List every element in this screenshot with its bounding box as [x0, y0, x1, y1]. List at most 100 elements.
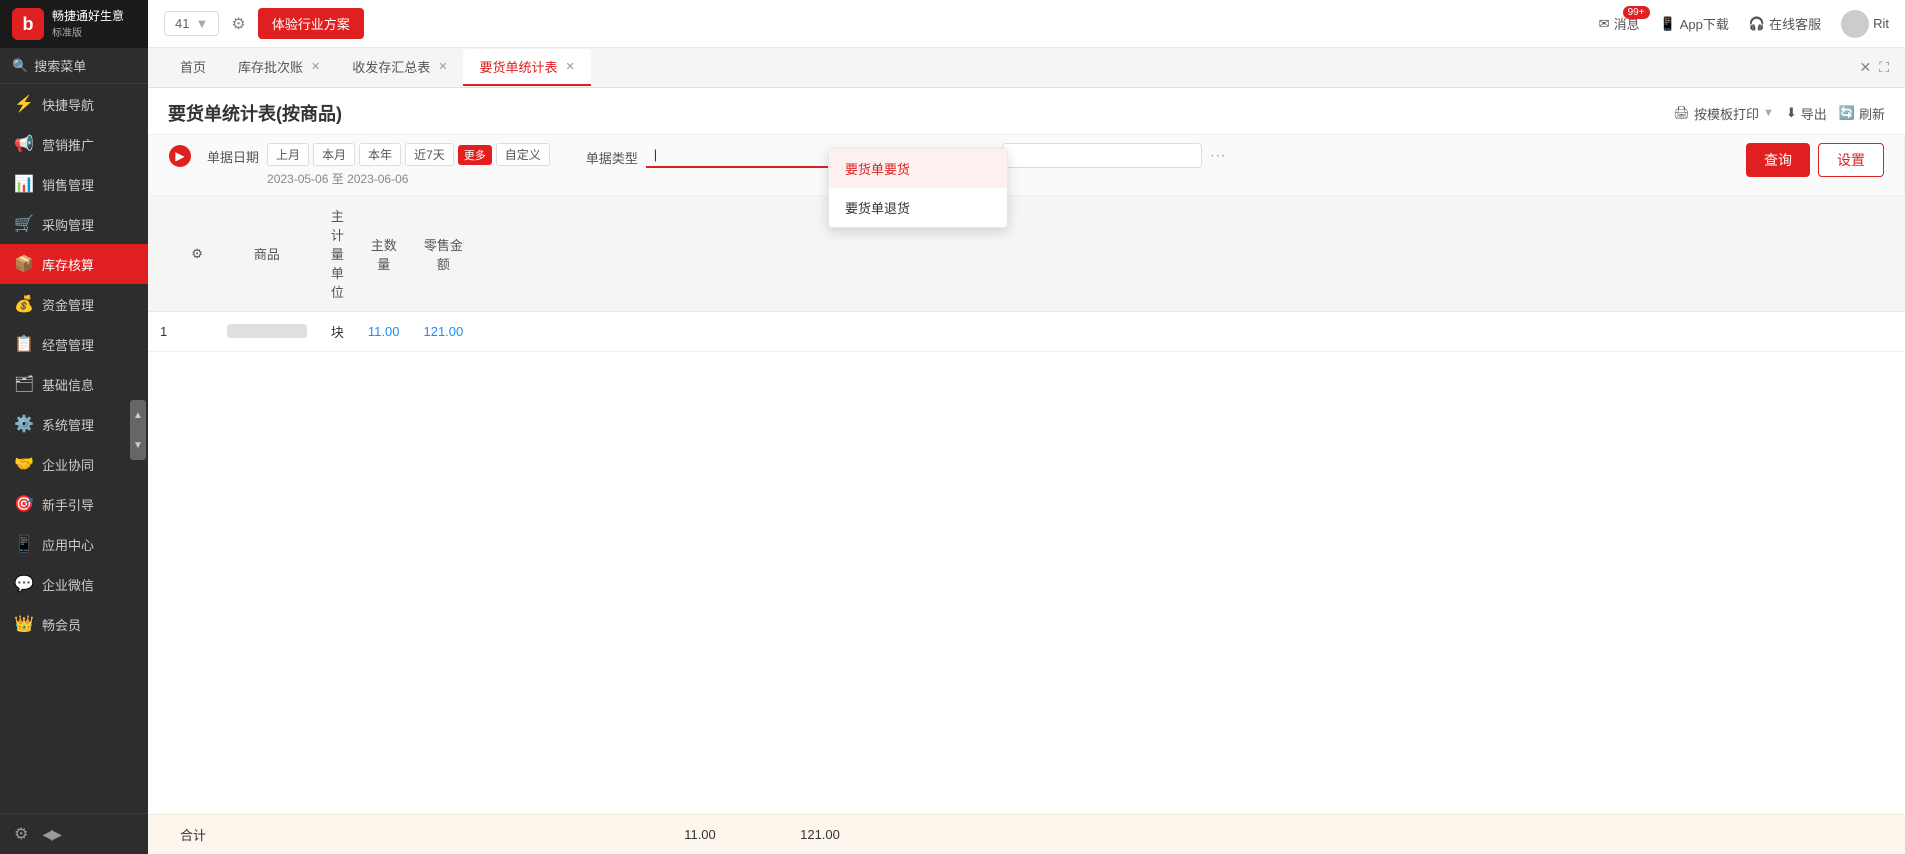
warehouse-input[interactable]	[1002, 143, 1202, 168]
scroll-up-btn[interactable]: ▲	[130, 400, 146, 430]
settings-button[interactable]: 设置	[1818, 143, 1884, 177]
quick-nav-icon: ⚡	[14, 94, 34, 114]
tab-bar: 首页 库存批次账 ✕ 收发存汇总表 ✕ 要货单统计表 ✕ ✕ ⛶	[148, 48, 1905, 88]
doc-type-label: 单据类型	[586, 144, 638, 167]
warehouse-more-icon[interactable]: ···	[1210, 147, 1226, 165]
filter-bar: ▶ 单据日期 上月 本月 本年 近7天 更多 自定义 2023-05-06 至 …	[148, 134, 1905, 196]
sidebar-item-label: 营销推广	[42, 135, 94, 154]
print-template-label: 按模板打印	[1694, 104, 1759, 123]
tab-receipt-summary[interactable]: 收发存汇总表 ✕	[336, 49, 463, 86]
footer-amount: 121.00	[760, 827, 880, 842]
finance-icon: 💰	[14, 294, 34, 314]
sidebar-item-marketing[interactable]: 📢 营销推广	[0, 124, 148, 164]
product-placeholder: ████████	[227, 324, 307, 338]
sidebar-item-quick-nav[interactable]: ⚡ 快捷导航	[0, 84, 148, 124]
logo-icon: b	[12, 8, 44, 40]
app-download-label: App下载	[1680, 14, 1729, 33]
wechat-icon: 💬	[14, 574, 34, 594]
col-amount: 零售金额	[411, 196, 475, 312]
tab-receipt-summary-close[interactable]: ✕	[438, 60, 447, 73]
custom-date-button[interactable]: 自定义	[496, 143, 550, 166]
message-icon: ✉	[1599, 16, 1610, 32]
this-month-button[interactable]: 本月	[313, 143, 355, 166]
sidebar-item-label: 快捷导航	[42, 95, 94, 114]
messages-button[interactable]: ✉ 消息 99+	[1599, 14, 1640, 33]
query-button[interactable]: 查询	[1746, 143, 1810, 177]
collapse-icon[interactable]: ◀▶	[42, 826, 60, 843]
date-filter-label: 单据日期	[207, 143, 259, 166]
recent-7-button[interactable]: 近7天	[405, 143, 454, 166]
print-icon: 🖨	[1673, 105, 1690, 121]
settings-bottom-icon[interactable]: ⚙	[14, 824, 28, 844]
sidebar-item-label: 畅会员	[42, 615, 81, 634]
header-gear-button[interactable]: ⚙	[231, 14, 245, 34]
sidebar-item-sales[interactable]: 📊 销售管理	[0, 164, 148, 204]
sidebar-scroll-indicator: ▲ ▼	[130, 400, 146, 460]
dropdown-item-requisition-order[interactable]: 要货单要货	[829, 149, 1007, 188]
row-action	[179, 312, 215, 352]
avatar-img	[1841, 10, 1869, 38]
tab-close-all[interactable]: ✕	[1859, 59, 1871, 76]
date-row-1: 上月 本月 本年 近7天 更多 自定义	[267, 143, 550, 166]
tab-batch-account[interactable]: 库存批次账 ✕	[222, 49, 336, 86]
download-icon: 📱	[1660, 16, 1676, 32]
this-year-button[interactable]: 本年	[359, 143, 401, 166]
last-month-button[interactable]: 上月	[267, 143, 309, 166]
top-header: 41 ▼ ⚙ 体验行业方案 ✉ 消息 99+ 📱 App下载 🎧 在线客服 Ri…	[148, 0, 1905, 48]
company-selector[interactable]: 41 ▼	[164, 11, 219, 36]
sidebar-item-guide[interactable]: 🎯 新手引导	[0, 484, 148, 524]
user-avatar[interactable]: Rit	[1841, 10, 1889, 38]
industry-plan-button[interactable]: 体验行业方案	[258, 8, 364, 39]
main-content: 41 ▼ ⚙ 体验行业方案 ✉ 消息 99+ 📱 App下载 🎧 在线客服 Ri…	[148, 0, 1905, 854]
sidebar-item-label: 系统管理	[42, 415, 94, 434]
row-amount[interactable]: 121.00	[411, 312, 475, 352]
sidebar-item-wechat[interactable]: 💬 企业微信	[0, 564, 148, 604]
app-download-button[interactable]: 📱 App下载	[1660, 14, 1729, 33]
sidebar-item-label: 销售管理	[42, 175, 94, 194]
sidebar-item-label: 企业微信	[42, 575, 94, 594]
tab-maximize[interactable]: ⛶	[1879, 59, 1889, 76]
system-icon: ⚙️	[14, 414, 34, 434]
print-template-button[interactable]: 🖨 按模板打印 ▼	[1673, 104, 1773, 123]
search-menu[interactable]: 🔍 搜索菜单	[0, 48, 148, 84]
marketing-icon: 📢	[14, 134, 34, 154]
sidebar-logo: b 畅捷通好生意 标准版	[0, 0, 148, 48]
dropdown-item-requisition-return[interactable]: 要货单退货	[829, 188, 1007, 227]
col-settings[interactable]: ⚙	[179, 196, 215, 312]
sidebar-item-system[interactable]: ⚙️ 系统管理	[0, 404, 148, 444]
row-unit: 块	[319, 312, 356, 352]
tab-requisition-stats-close[interactable]: ✕	[566, 60, 575, 73]
sidebar-item-label: 基础信息	[42, 375, 94, 394]
tab-home[interactable]: 首页	[164, 49, 222, 86]
row-quantity[interactable]: 11.00	[356, 312, 412, 352]
user-name: Rit	[1873, 16, 1889, 31]
sidebar-item-basic[interactable]: 🗂 基础信息	[0, 364, 148, 404]
refresh-icon: 🔄	[1839, 105, 1855, 121]
refresh-button[interactable]: 🔄 刷新	[1839, 104, 1885, 123]
doc-type-dropdown: 要货单要货 要货单退货	[828, 148, 1008, 228]
sidebar-nav: ⚡ 快捷导航 📢 营销推广 📊 销售管理 🛒 采购管理 📦 库存核算 💰 资金管…	[0, 84, 148, 813]
tab-batch-account-close[interactable]: ✕	[311, 60, 320, 73]
sidebar-item-inventory[interactable]: 📦 库存核算	[0, 244, 148, 284]
date-row-2: 2023-05-06 至 2023-06-06	[267, 170, 550, 187]
data-table: ⚙ 商品 主计量单位 主数量 零售金额 1 ████████	[148, 196, 1905, 352]
operation-icon: 📋	[14, 334, 34, 354]
sidebar-item-appstore[interactable]: 📱 应用中心	[0, 524, 148, 564]
export-button[interactable]: ⬇ 导出	[1786, 104, 1827, 123]
export-icon: ⬇	[1786, 105, 1797, 121]
filter-expand-button[interactable]: ▶	[169, 145, 191, 167]
sidebar-item-enterprise[interactable]: 🤝 企业协同	[0, 444, 148, 484]
more-date-button[interactable]: 更多	[458, 145, 492, 165]
sidebar-item-finance[interactable]: 💰 资金管理	[0, 284, 148, 324]
sidebar-item-member[interactable]: 👑 畅会员	[0, 604, 148, 644]
tab-requisition-stats[interactable]: 要货单统计表 ✕	[463, 49, 590, 86]
sidebar-item-operation[interactable]: 📋 经营管理	[0, 324, 148, 364]
page-actions: 🖨 按模板打印 ▼ ⬇ 导出 🔄 刷新	[1673, 104, 1885, 123]
page-title: 要货单统计表(按商品)	[168, 100, 342, 126]
tab-requisition-stats-label: 要货单统计表	[479, 57, 557, 76]
footer-label: 合计	[160, 825, 360, 844]
sidebar-item-purchase[interactable]: 🛒 采购管理	[0, 204, 148, 244]
search-icon: 🔍	[12, 58, 28, 74]
online-service-button[interactable]: 🎧 在线客服	[1749, 14, 1821, 33]
scroll-down-btn[interactable]: ▼	[130, 430, 146, 460]
